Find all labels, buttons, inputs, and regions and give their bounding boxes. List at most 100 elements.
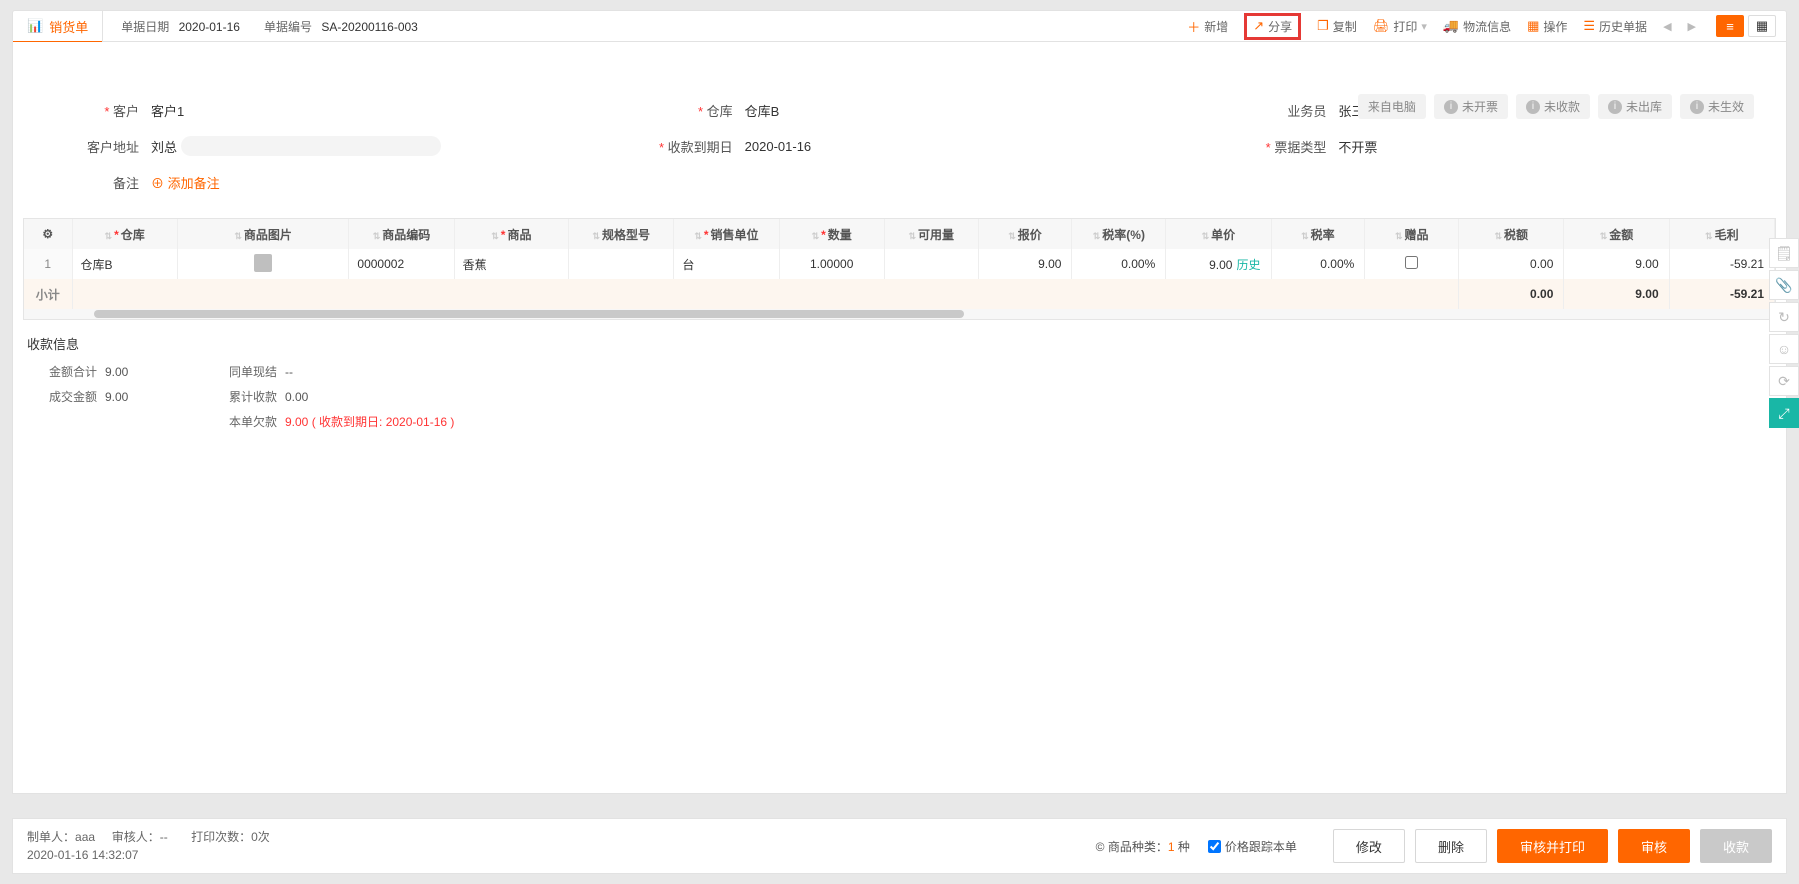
print-button[interactable]: 🖨打印▾ [1373, 18, 1427, 35]
col-gift[interactable]: ⇅赠品 [1365, 219, 1459, 249]
logistics-button[interactable]: 🚚物流信息 [1443, 18, 1511, 35]
owe-value: 9.00 ( 收款到期日: 2020-01-16 ) [285, 415, 454, 429]
total-value: 9.00 [105, 365, 128, 379]
delete-button[interactable]: 删除 [1415, 829, 1487, 863]
warehouse-label: 仓库 [643, 101, 733, 120]
rail-user-icon[interactable]: ☺ [1769, 334, 1799, 364]
collect-button[interactable]: 收款 [1700, 829, 1772, 863]
col-taxrate[interactable]: ⇅税率 [1271, 219, 1365, 249]
col-code[interactable]: ⇅商品编码 [349, 219, 454, 249]
total-label: 金额合计 [27, 363, 97, 380]
col-discount[interactable]: ⇅税率(%) [1072, 219, 1166, 249]
table-row[interactable]: 1 仓库B 0000002 香蕉 台 1.00000 9.00 0.00% 9.… [24, 249, 1775, 279]
table-header-row: ⚙ ⇅*仓库 ⇅商品图片 ⇅商品编码 ⇅*商品 ⇅规格型号 ⇅*销售单位 ⇅*数… [24, 219, 1775, 249]
audit-print-button[interactable]: 审核并打印 [1497, 829, 1608, 863]
gift-checkbox[interactable] [1405, 256, 1418, 269]
col-tax[interactable]: ⇅税额 [1459, 219, 1564, 249]
col-image[interactable]: ⇅商品图片 [177, 219, 349, 249]
cell-quote[interactable]: 9.00 [978, 249, 1072, 279]
view-grid-button[interactable]: ▦ [1748, 15, 1776, 37]
duedate-value[interactable]: 2020-01-16 [745, 139, 812, 154]
deal-value: 9.00 [105, 390, 128, 404]
docno-value: SA-20200116-003 [321, 20, 418, 34]
cell-tax[interactable]: 0.00 [1459, 249, 1564, 279]
right-rail: 🗒 📎 ↻ ☺ ⟳ ⤢ [1769, 238, 1799, 428]
copy-button[interactable]: ❐复制 [1317, 18, 1357, 35]
print-icon: 🖨 [1373, 18, 1390, 34]
next-icon[interactable]: ▶ [1688, 20, 1696, 33]
col-amount[interactable]: ⇅金额 [1564, 219, 1669, 249]
cell-warehouse[interactable]: 仓库B [72, 249, 177, 279]
chip-unpaid: i未收款 [1516, 94, 1590, 119]
scrollbar-thumb[interactable] [94, 310, 964, 318]
cell-code[interactable]: 0000002 [349, 249, 454, 279]
footer-meta: 制单人：aaa 审核人：-- 打印次数：0次 2020-01-16 14:32:… [27, 828, 270, 864]
col-name[interactable]: ⇅*商品 [454, 219, 568, 249]
view-toggle: ≡ ▦ [1716, 15, 1776, 37]
paid-label: 累计收款 [207, 388, 277, 405]
tab-sales-order[interactable]: 📊 销货单 [13, 10, 103, 42]
cell-price[interactable]: 9.00历史 [1166, 249, 1271, 279]
gear-column[interactable]: ⚙ [24, 219, 72, 249]
col-quote[interactable]: ⇅报价 [978, 219, 1072, 249]
rail-cycle-icon[interactable]: ⟳ [1769, 366, 1799, 396]
gear-icon: ⚙ [42, 227, 53, 241]
cell-amount[interactable]: 9.00 [1564, 249, 1669, 279]
col-avail[interactable]: ⇅可用量 [884, 219, 978, 249]
col-qty[interactable]: ⇅*数量 [779, 219, 884, 249]
footer-bar: 制单人：aaa 审核人：-- 打印次数：0次 2020-01-16 14:32:… [12, 818, 1787, 874]
rail-attach-icon[interactable]: 📎 [1769, 270, 1799, 300]
col-spec[interactable]: ⇅规格型号 [569, 219, 674, 249]
history-button[interactable]: ☰历史单据 [1583, 18, 1647, 35]
ops-button[interactable]: ▦操作 [1527, 18, 1567, 35]
info-icon: i [1608, 100, 1622, 114]
cell-qty[interactable]: 1.00000 [779, 249, 884, 279]
cell-taxrate[interactable]: 0.00% [1271, 249, 1365, 279]
rail-history-icon[interactable]: ↻ [1769, 302, 1799, 332]
modify-button[interactable]: 修改 [1333, 829, 1405, 863]
deal-label: 成交金额 [27, 388, 97, 405]
horizontal-scrollbar[interactable] [24, 309, 1775, 319]
rail-expand-icon[interactable]: ⤢ [1769, 398, 1799, 428]
paid-value: 0.00 [285, 390, 308, 404]
view-list-button[interactable]: ≡ [1716, 15, 1744, 37]
customer-value[interactable]: 客户1 [151, 101, 184, 120]
cell-profit[interactable]: -59.21 [1669, 249, 1774, 279]
cell-gift[interactable] [1365, 249, 1459, 279]
price-history-link[interactable]: 历史 [1236, 258, 1260, 272]
grid-icon: ▦ [1527, 18, 1539, 34]
cell-name[interactable]: 香蕉 [454, 249, 568, 279]
col-unit[interactable]: ⇅*销售单位 [674, 219, 779, 249]
cell-discount[interactable]: 0.00% [1072, 249, 1166, 279]
cell-image[interactable] [177, 249, 349, 279]
col-price[interactable]: ⇅单价 [1166, 219, 1271, 249]
rail-note-icon[interactable]: 🗒 [1769, 238, 1799, 268]
share-button[interactable]: ↗分享 [1244, 13, 1301, 40]
new-button[interactable]: ＋新增 [1187, 17, 1228, 36]
list-icon: ☰ [1583, 18, 1595, 34]
status-chips: 来自电脑 i未开票 i未收款 i未出库 i未生效 [1358, 94, 1754, 119]
settled-value: -- [285, 365, 293, 379]
cell-unit[interactable]: 台 [674, 249, 779, 279]
footer-timestamp: 2020-01-16 14:32:07 [27, 846, 270, 864]
cell-avail[interactable] [884, 249, 978, 279]
warehouse-value[interactable]: 仓库B [745, 101, 780, 120]
add-note-link[interactable]: ⊕ 添加备注 [151, 173, 220, 192]
audit-button[interactable]: 审核 [1618, 829, 1690, 863]
price-follow-checkbox[interactable]: 价格跟踪本单 [1208, 838, 1297, 855]
table-subtotal-row: 小计 0.00 9.00 -59.21 [24, 279, 1775, 309]
info-icon: i [1526, 100, 1540, 114]
prev-icon[interactable]: ◀ [1663, 20, 1671, 33]
col-warehouse[interactable]: ⇅*仓库 [72, 219, 177, 249]
address-label: 客户地址 [49, 137, 139, 156]
invoice-type-value[interactable]: 不开票 [1338, 137, 1377, 156]
subtotal-profit: -59.21 [1669, 279, 1774, 309]
address-value[interactable]: 刘总 [151, 137, 177, 156]
cell-spec[interactable] [569, 249, 674, 279]
tab-label: 销货单 [49, 17, 88, 36]
subtotal-label: 小计 [24, 279, 72, 309]
sku-count: © 商品种类：1 种 [1096, 838, 1190, 855]
col-profit[interactable]: ⇅毛利 [1669, 219, 1774, 249]
duedate-label: 收款到期日 [643, 137, 733, 156]
row-number: 1 [24, 249, 72, 279]
